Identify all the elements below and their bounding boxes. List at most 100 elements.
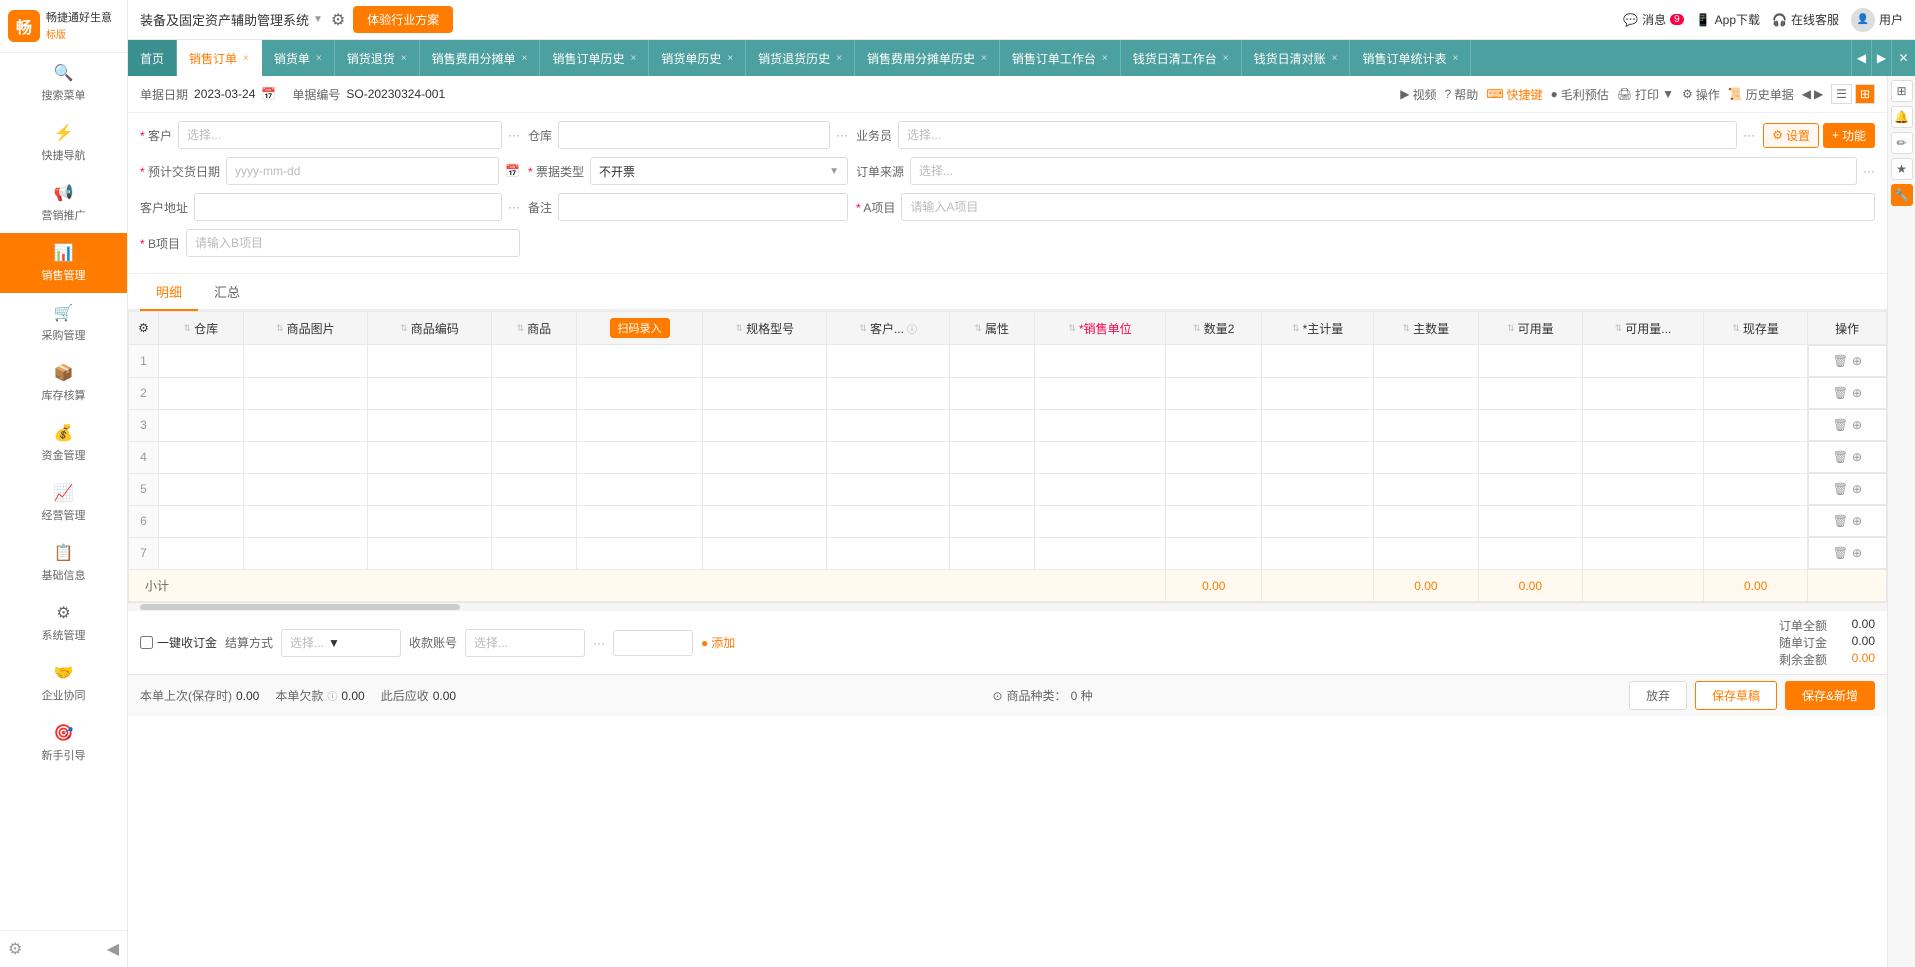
tab-daily-work[interactable]: 钱货日清工作台 × (1121, 40, 1242, 76)
rsp-grid-btn[interactable]: ⊞ (1891, 80, 1913, 102)
cell-warehouse-5[interactable] (159, 473, 244, 505)
solution-btn[interactable]: 体验行业方案 (353, 6, 453, 33)
tab-workbench[interactable]: 销售订单工作台 × (1000, 40, 1121, 76)
list-view-btn[interactable]: ☰ (1831, 84, 1852, 104)
tab-reconcile[interactable]: 钱货日清对账 × (1242, 40, 1351, 76)
tab-expense-history[interactable]: 销售费用分摊单历史 × (855, 40, 1000, 76)
cell-attr-2[interactable] (949, 377, 1034, 409)
sort-icon[interactable]: ⇅ (1403, 323, 1411, 334)
card-view-btn[interactable]: ⊞ (1855, 84, 1875, 104)
sort-icon[interactable]: ⇅ (859, 323, 867, 334)
customer-input[interactable] (178, 121, 502, 149)
cell-main-unit-2[interactable] (1262, 377, 1374, 409)
cell-unit-2[interactable] (1034, 377, 1166, 409)
cell-code-7[interactable] (367, 537, 491, 570)
cell-main-unit-4[interactable] (1262, 441, 1374, 473)
cell-warehouse-4[interactable] (159, 441, 244, 473)
row-copy-icon-2[interactable]: ⊕ (1852, 386, 1862, 400)
cell-warehouse-6[interactable] (159, 505, 244, 537)
address-input[interactable] (194, 193, 502, 221)
tab-expense-close[interactable]: × (522, 53, 528, 64)
help-btn[interactable]: ? 帮助 (1445, 86, 1479, 103)
prev-record-btn[interactable]: ◀ (1802, 87, 1811, 101)
cell-warehouse-2[interactable] (159, 377, 244, 409)
row-delete-icon-3[interactable]: 🗑 (1833, 418, 1848, 432)
cell-main-qty-4[interactable] (1374, 441, 1478, 473)
source-dots-icon[interactable]: ··· (1863, 164, 1875, 178)
cell-qty2-5[interactable] (1166, 473, 1262, 505)
cell-spec-7[interactable] (703, 537, 827, 570)
cell-main-unit-3[interactable] (1262, 409, 1374, 441)
cell-qty2-6[interactable] (1166, 505, 1262, 537)
tab-sales-goods-close[interactable]: × (316, 53, 322, 64)
operation-btn[interactable]: ⚙ 操作 (1682, 86, 1720, 103)
sidebar-item-management[interactable]: 📈 经营管理 (0, 473, 127, 533)
cell-unit-6[interactable] (1034, 505, 1166, 537)
warehouse-input[interactable]: 成品库 (558, 121, 830, 149)
cell-code-6[interactable] (367, 505, 491, 537)
payment-method-dropdown[interactable]: 选择... ▼ (281, 629, 401, 657)
warehouse-dots-icon[interactable]: ··· (836, 128, 848, 142)
cell-unit-5[interactable] (1034, 473, 1166, 505)
tab-sales-order[interactable]: 销售订单 × (177, 40, 262, 76)
cell-product-5[interactable] (492, 473, 577, 505)
cell-cust-code-7[interactable] (827, 537, 950, 570)
tab-next-arrow[interactable]: ▶ (1871, 40, 1891, 76)
tab-goods-history-close[interactable]: × (727, 53, 733, 64)
row-copy-icon-1[interactable]: ⊕ (1852, 354, 1862, 368)
th-settings[interactable]: ⚙ (129, 312, 159, 345)
row-copy-icon-5[interactable]: ⊕ (1852, 482, 1862, 496)
row-delete-icon-6[interactable]: 🗑 (1833, 514, 1848, 528)
sidebar-item-guide[interactable]: 🎯 新手引导 (0, 713, 127, 773)
sidebar-item-system[interactable]: ⚙ 系统管理 (0, 593, 127, 653)
cell-attr-4[interactable] (949, 441, 1034, 473)
cell-cust-code-6[interactable] (827, 505, 950, 537)
invoice-dropdown[interactable]: 不开票 ▼ (590, 157, 848, 185)
cell-product-3[interactable] (492, 409, 577, 441)
cell-main-qty-5[interactable] (1374, 473, 1478, 505)
sort-icon[interactable]: ⇅ (1507, 323, 1515, 334)
tab-return-history[interactable]: 销货退货历史 × (746, 40, 855, 76)
salesperson-input[interactable] (898, 121, 1737, 149)
row-copy-icon-3[interactable]: ⊕ (1852, 418, 1862, 432)
scan-btn[interactable]: 扫码录入 (610, 318, 670, 338)
discard-btn[interactable]: 放弃 (1629, 681, 1687, 710)
row-delete-icon-2[interactable]: 🗑 (1833, 386, 1848, 400)
tab-home[interactable]: 首页 (128, 40, 177, 76)
cell-product-1[interactable] (492, 345, 577, 378)
row-delete-icon-4[interactable]: 🗑 (1833, 450, 1848, 464)
cell-spec-4[interactable] (703, 441, 827, 473)
row-delete-icon-5[interactable]: 🗑 (1833, 482, 1848, 496)
cell-attr-7[interactable] (949, 537, 1034, 570)
cell-unit-1[interactable] (1034, 345, 1166, 378)
tab-stats-close[interactable]: × (1452, 53, 1458, 64)
cell-attr-1[interactable] (949, 345, 1034, 378)
sidebar-item-purchase[interactable]: 🛒 采购管理 (0, 293, 127, 353)
cell-cust-code-1[interactable] (827, 345, 950, 378)
cell-unit-3[interactable] (1034, 409, 1166, 441)
cell-main-unit-6[interactable] (1262, 505, 1374, 537)
tab-return[interactable]: 销货退货 × (335, 40, 420, 76)
cell-spec-5[interactable] (703, 473, 827, 505)
amount-input[interactable]: 0.00 (613, 630, 693, 656)
cell-spec-1[interactable] (703, 345, 827, 378)
cell-unit-7[interactable] (1034, 537, 1166, 570)
calendar-icon[interactable]: 📅 (261, 87, 276, 101)
tab-close-all[interactable]: ✕ (1891, 40, 1915, 76)
tab-stats[interactable]: 销售订单统计表 × (1350, 40, 1471, 76)
cell-cust-code-4[interactable] (827, 441, 950, 473)
tab-sales-goods[interactable]: 销货单 × (262, 40, 335, 76)
save-new-btn[interactable]: 保存&新增 (1785, 681, 1875, 710)
a-project-input[interactable] (901, 193, 1875, 221)
salesperson-dots-icon[interactable]: ··· (1743, 128, 1755, 142)
customer-dots-icon[interactable]: ··· (508, 128, 520, 142)
view-btn[interactable]: ▶ 视频 (1400, 86, 1436, 103)
cell-warehouse-7[interactable] (159, 537, 244, 570)
sort-icon[interactable]: ⇅ (736, 323, 744, 334)
print-btn[interactable]: 🖨 打印 ▼ (1617, 86, 1674, 103)
one-click-label[interactable]: 一键收订金 (140, 634, 217, 651)
cell-product-6[interactable] (492, 505, 577, 537)
sidebar-item-enterprise[interactable]: 🤝 企业协同 (0, 653, 127, 713)
tab-workbench-close[interactable]: × (1102, 53, 1108, 64)
message-btn[interactable]: 💬 消息 9 (1623, 11, 1684, 28)
